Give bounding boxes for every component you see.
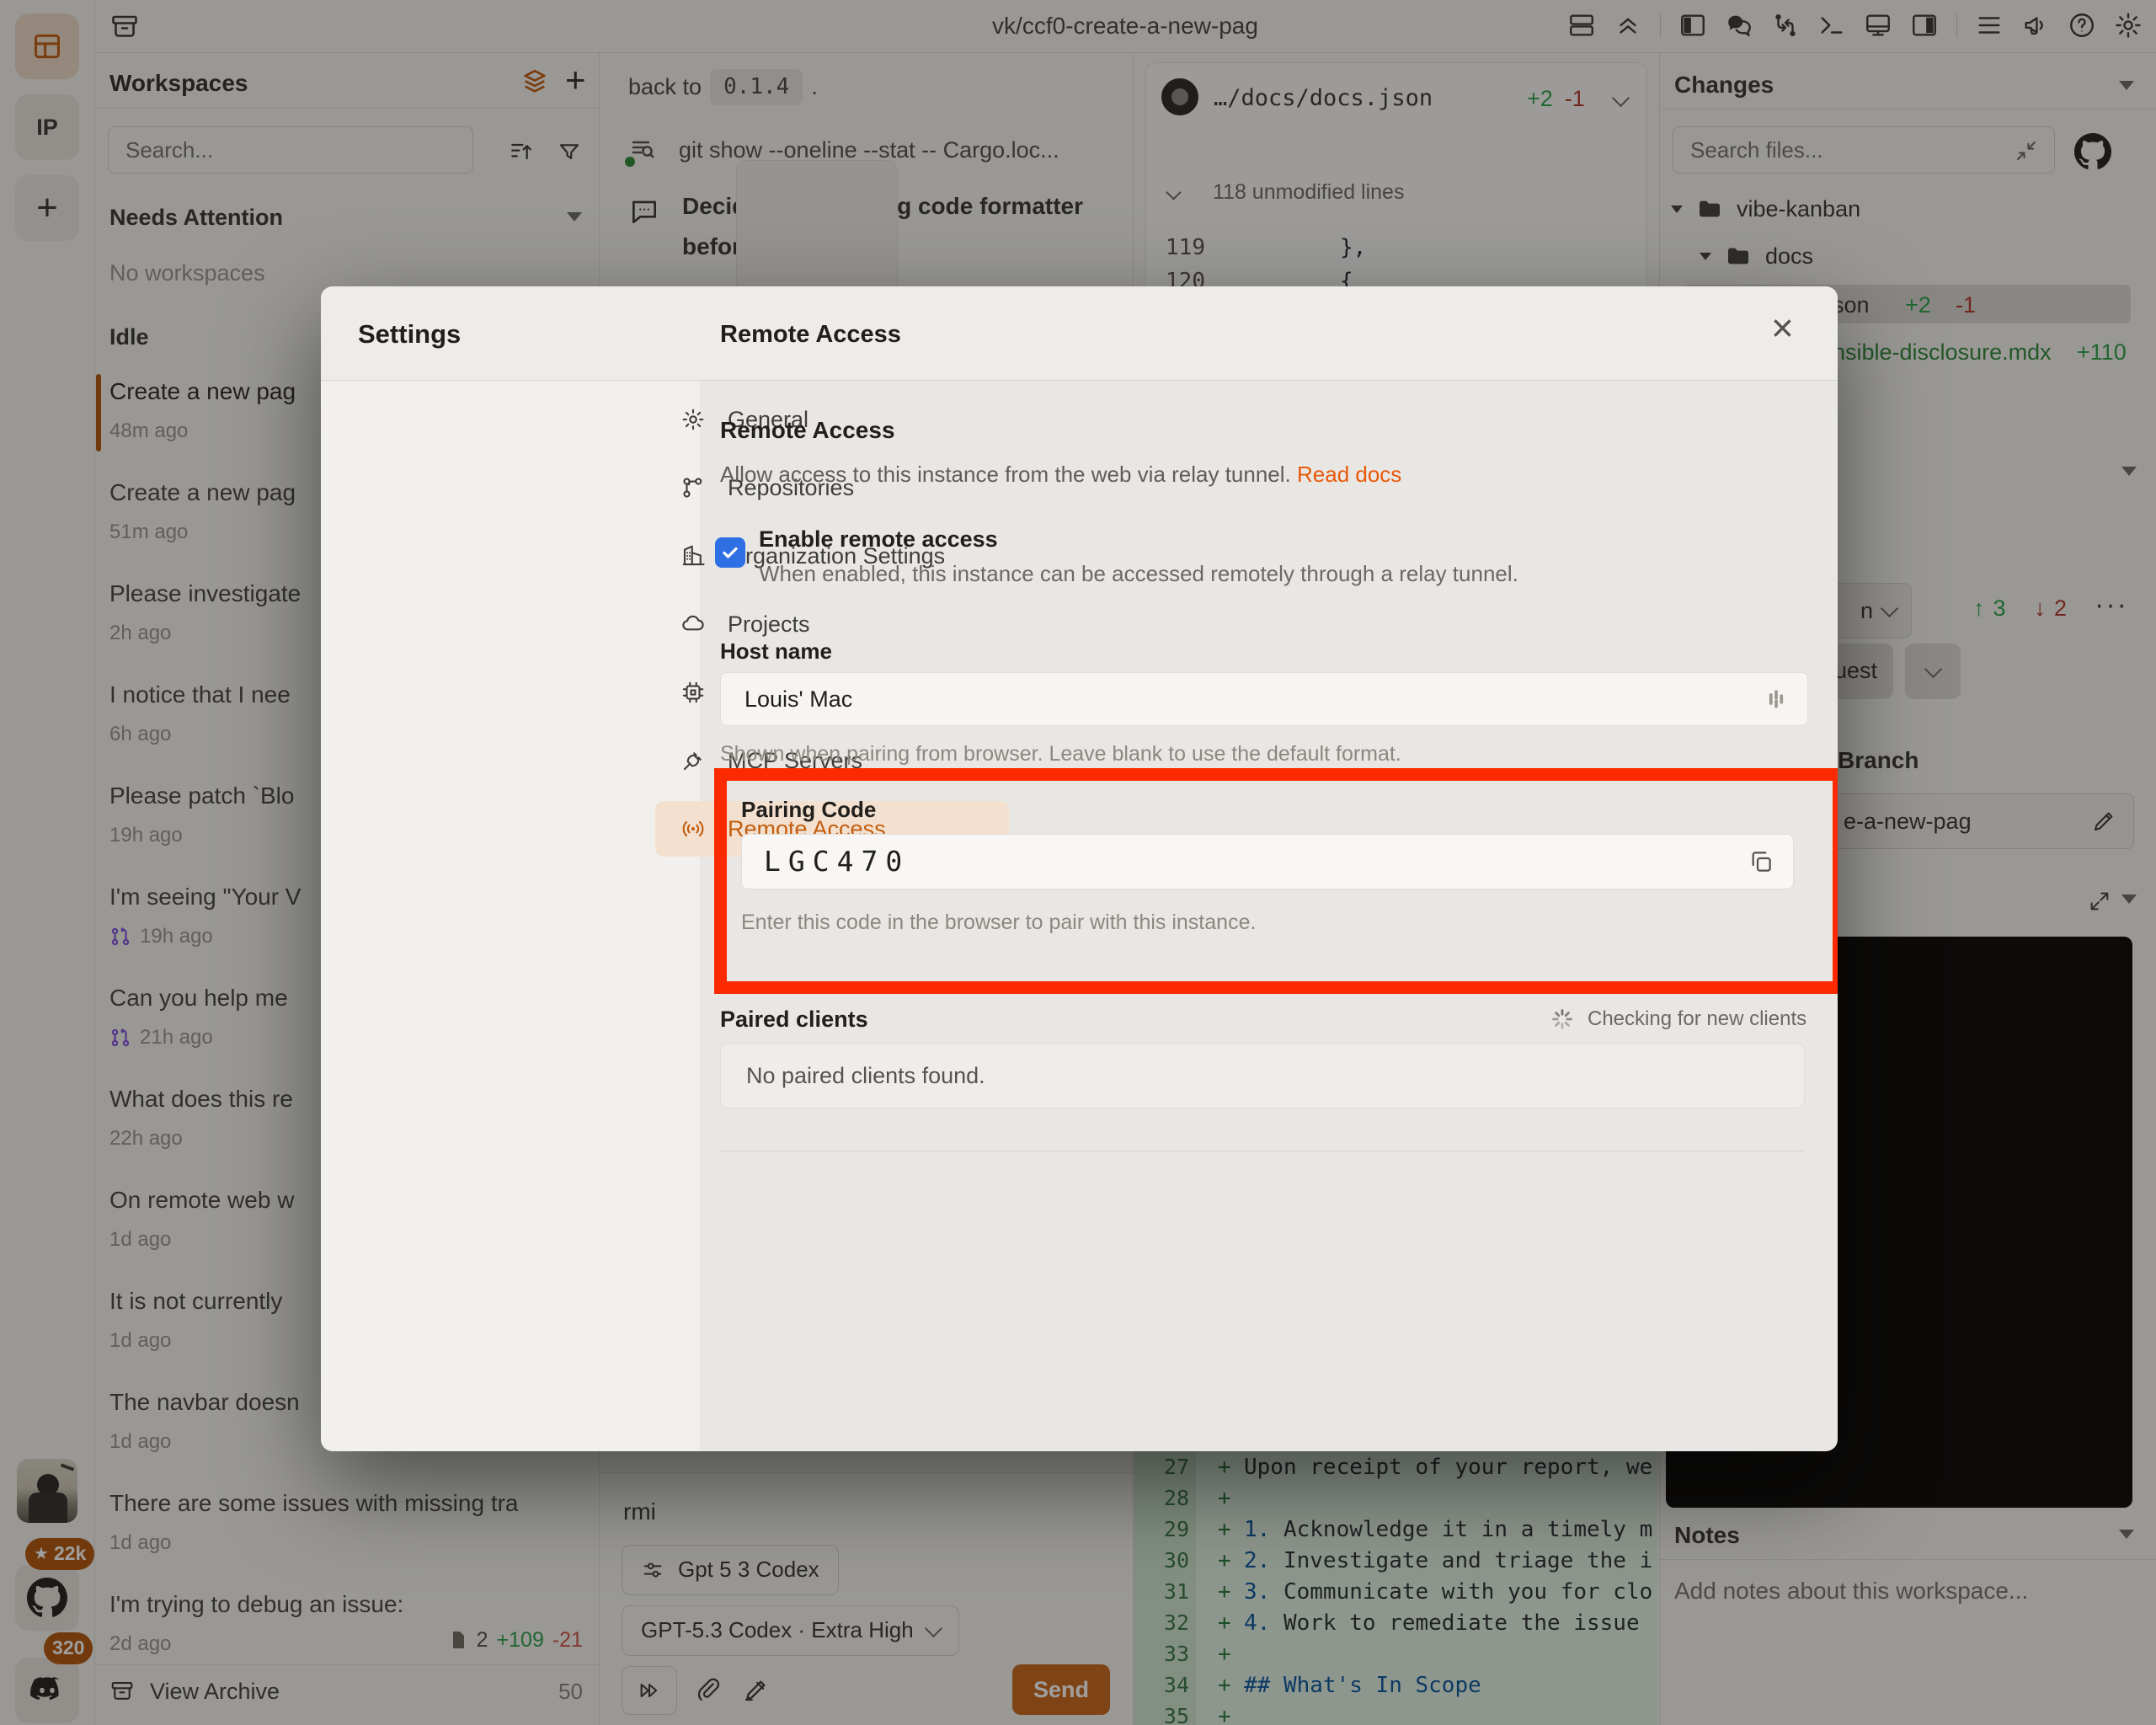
section-title: Remote Access: [720, 416, 895, 445]
pairing-code-value: LGC470: [764, 845, 910, 879]
pairing-code-field[interactable]: LGC470: [741, 834, 1794, 889]
host-name-help: Shown when pairing from browser. Leave b…: [720, 741, 1401, 766]
host-name-field[interactable]: [720, 672, 1808, 726]
pairing-code-help: Enter this code in the browser to pair w…: [741, 910, 1256, 935]
pairing-code-label: Pairing Code: [741, 797, 876, 823]
settings-dialog: Settings Remote Access × General Reposit…: [321, 286, 1838, 1451]
nav-projects[interactable]: Projects: [655, 596, 1009, 652]
close-icon[interactable]: ×: [1771, 305, 1794, 351]
read-docs-link[interactable]: Read docs: [1297, 462, 1401, 487]
dialog-title: Remote Access: [720, 320, 901, 350]
checking-clients-status: Checking for new clients: [1550, 1007, 1806, 1032]
settings-title: Settings: [358, 318, 461, 350]
host-name-input[interactable]: [743, 686, 1706, 713]
paired-clients-label: Paired clients: [720, 1006, 868, 1033]
check-icon: [720, 542, 740, 563]
enable-remote-help: When enabled, this instance can be acces…: [759, 561, 1518, 587]
spinner-icon: [1550, 1007, 1574, 1031]
copy-icon[interactable]: [1748, 848, 1774, 875]
app-window: vk/ccf0-create-a-new-pag IP +: [0, 0, 2156, 1725]
section-description: Allow access to this instance from the w…: [720, 462, 1401, 488]
enable-remote-label[interactable]: Enable remote access: [759, 526, 998, 553]
no-clients-card: No paired clients found.: [720, 1043, 1805, 1108]
enable-remote-checkbox[interactable]: [715, 537, 745, 568]
host-name-label: Host name: [720, 638, 832, 665]
input-cursor-icon: [1764, 686, 1789, 712]
